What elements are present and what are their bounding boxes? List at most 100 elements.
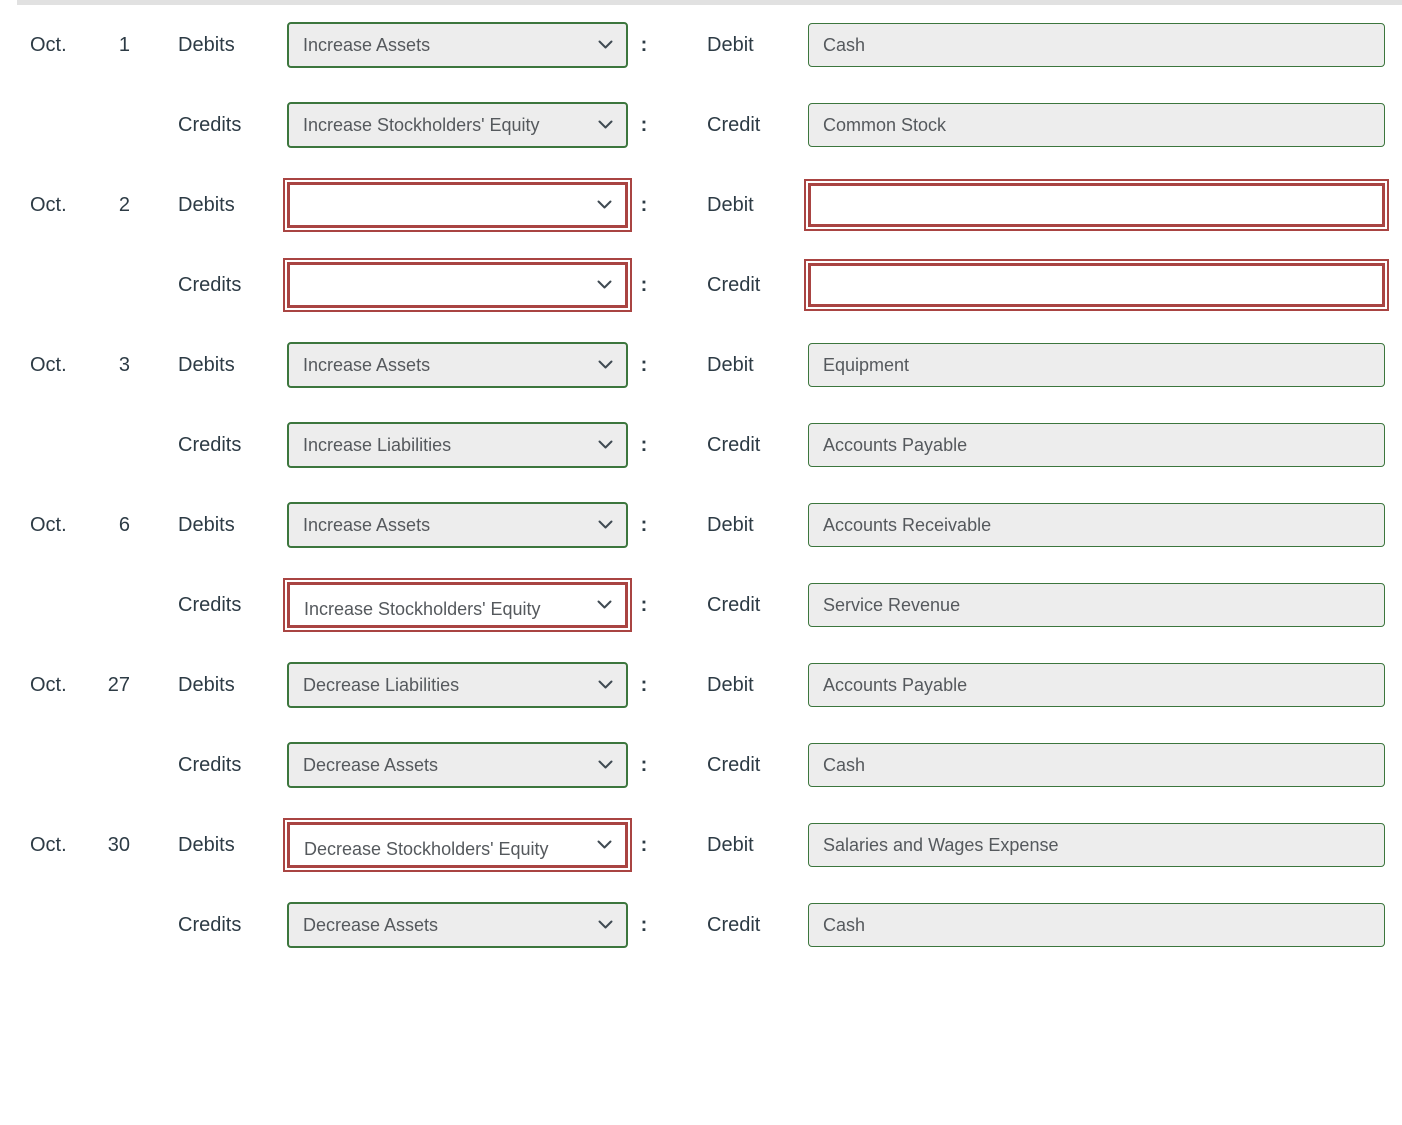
credit-line: Credits Increase Stockholders' Equity : … [0, 102, 1402, 148]
credit-effect-selected-option: Increase Stockholders' Equity [303, 114, 540, 135]
credits-label: Credits [178, 754, 242, 776]
credit-line: Credits : Credit [0, 258, 1402, 312]
credit-effect-select[interactable]: Increase Liabilities [287, 422, 628, 468]
debit-label: Debit [707, 354, 754, 376]
top-divider [17, 0, 1402, 5]
credit-account-input[interactable] [808, 583, 1385, 627]
entry-group: Oct. 30 Debits Decrease Stockholders' Eq… [0, 818, 1402, 948]
entry-group: Oct. 2 Debits : Debit Credits: Credit [0, 178, 1402, 312]
chevron-down-icon [598, 360, 613, 370]
credit-line: Credits Increase Stockholders' Equity : … [0, 578, 1402, 632]
debit-account-input[interactable] [808, 23, 1385, 67]
month-label: Oct. [30, 194, 67, 216]
debit-effect-selected-option: Increase Assets [303, 354, 431, 375]
debit-effect-select[interactable]: Increase Assets [287, 342, 628, 388]
colon-separator: : [640, 434, 648, 456]
colon-separator: : [640, 514, 648, 536]
debit-effect-select[interactable]: Decrease Liabilities [287, 662, 628, 708]
debit-effect-select[interactable]: Decrease Stockholders' Equity [283, 818, 632, 872]
debit-line: Oct. 6 Debits Increase Assets : Debit [0, 502, 1402, 548]
debit-effect-selected-option: Increase Assets [303, 514, 431, 535]
chevron-down-icon [597, 200, 612, 210]
day-label: 27 [107, 674, 130, 696]
debit-label: Debit [707, 34, 754, 56]
debit-line: Oct. 2 Debits : Debit [0, 178, 1402, 232]
chevron-down-icon [597, 280, 612, 290]
debit-account-input[interactable] [804, 179, 1389, 231]
colon-separator: : [640, 674, 648, 696]
credit-effect-select[interactable] [283, 258, 632, 312]
chevron-down-icon [597, 840, 612, 850]
day-label: 1 [118, 34, 130, 56]
credit-account-input[interactable] [804, 259, 1389, 311]
credit-account-input[interactable] [808, 743, 1385, 787]
debits-label: Debits [178, 834, 235, 856]
chevron-down-icon [598, 680, 613, 690]
credits-label: Credits [178, 434, 242, 456]
day-label: 30 [107, 834, 130, 856]
credits-label: Credits [178, 914, 242, 936]
debit-effect-select[interactable]: Increase Assets [287, 22, 628, 68]
debit-effect-select[interactable]: Increase Assets [287, 502, 628, 548]
month-label: Oct. [30, 674, 67, 696]
colon-separator: : [640, 194, 648, 216]
credits-label: Credits [178, 594, 242, 616]
entry-group: Oct. 27 Debits Decrease Liabilities : De… [0, 662, 1402, 788]
credit-label: Credit [707, 274, 761, 296]
credit-account-input[interactable] [808, 423, 1385, 467]
debit-label: Debit [707, 674, 754, 696]
debit-effect-select[interactable] [283, 178, 632, 232]
colon-separator: : [640, 274, 648, 296]
debit-account-input[interactable] [808, 663, 1385, 707]
debit-account-input[interactable] [808, 343, 1385, 387]
debit-effect-selected-option: Increase Assets [303, 34, 431, 55]
credit-effect-select[interactable]: Decrease Assets [287, 902, 628, 948]
credits-label: Credits [178, 274, 242, 296]
credit-account-input[interactable] [808, 903, 1385, 947]
colon-separator: : [640, 354, 648, 376]
debit-effect-selected-option: Decrease Liabilities [303, 674, 460, 695]
debits-label: Debits [178, 354, 235, 376]
debits-label: Debits [178, 674, 235, 696]
colon-separator: : [640, 114, 648, 136]
debit-line: Oct. 3 Debits Increase Assets : Debit [0, 342, 1402, 388]
credit-effect-select[interactable]: Decrease Assets [287, 742, 628, 788]
colon-separator: : [640, 914, 648, 936]
journal-analysis-panel: Oct. 1 Debits Increase Assets : Debit Cr… [0, 0, 1402, 948]
day-label: 6 [118, 514, 130, 536]
credits-label: Credits [178, 114, 242, 136]
debit-line: Oct. 27 Debits Decrease Liabilities : De… [0, 662, 1402, 708]
colon-separator: : [640, 834, 648, 856]
entry-group: Oct. 1 Debits Increase Assets : Debit Cr… [0, 22, 1402, 148]
chevron-down-icon [598, 440, 613, 450]
month-label: Oct. [30, 514, 67, 536]
credit-label: Credit [707, 114, 761, 136]
entry-group: Oct. 3 Debits Increase Assets : Debit Cr… [0, 342, 1402, 468]
credit-label: Credit [707, 434, 761, 456]
colon-separator: : [640, 754, 648, 776]
debit-label: Debit [707, 834, 754, 856]
credit-effect-selected-option: Decrease Assets [303, 914, 439, 935]
credit-line: Credits Increase Liabilities : Credit [0, 422, 1402, 468]
colon-separator: : [640, 34, 648, 56]
month-label: Oct. [30, 354, 67, 376]
credit-effect-select[interactable]: Increase Stockholders' Equity [287, 102, 628, 148]
chevron-down-icon [598, 760, 613, 770]
month-label: Oct. [30, 834, 67, 856]
debit-account-input[interactable] [808, 823, 1385, 867]
debit-label: Debit [707, 514, 754, 536]
debit-effect-selected-option: Decrease Stockholders' Equity [304, 838, 549, 859]
credit-line: Credits Decrease Assets : Credit [0, 742, 1402, 788]
month-label: Oct. [30, 34, 67, 56]
debit-account-input[interactable] [808, 503, 1385, 547]
credit-effect-selected-option: Increase Liabilities [303, 434, 452, 455]
credit-account-input[interactable] [808, 103, 1385, 147]
credit-label: Credit [707, 594, 761, 616]
chevron-down-icon [598, 920, 613, 930]
debits-label: Debits [178, 194, 235, 216]
credit-effect-select[interactable]: Increase Stockholders' Equity [283, 578, 632, 632]
day-label: 3 [118, 354, 130, 376]
credit-effect-selected-option: Decrease Assets [303, 754, 439, 775]
debit-line: Oct. 30 Debits Decrease Stockholders' Eq… [0, 818, 1402, 872]
debits-label: Debits [178, 34, 235, 56]
